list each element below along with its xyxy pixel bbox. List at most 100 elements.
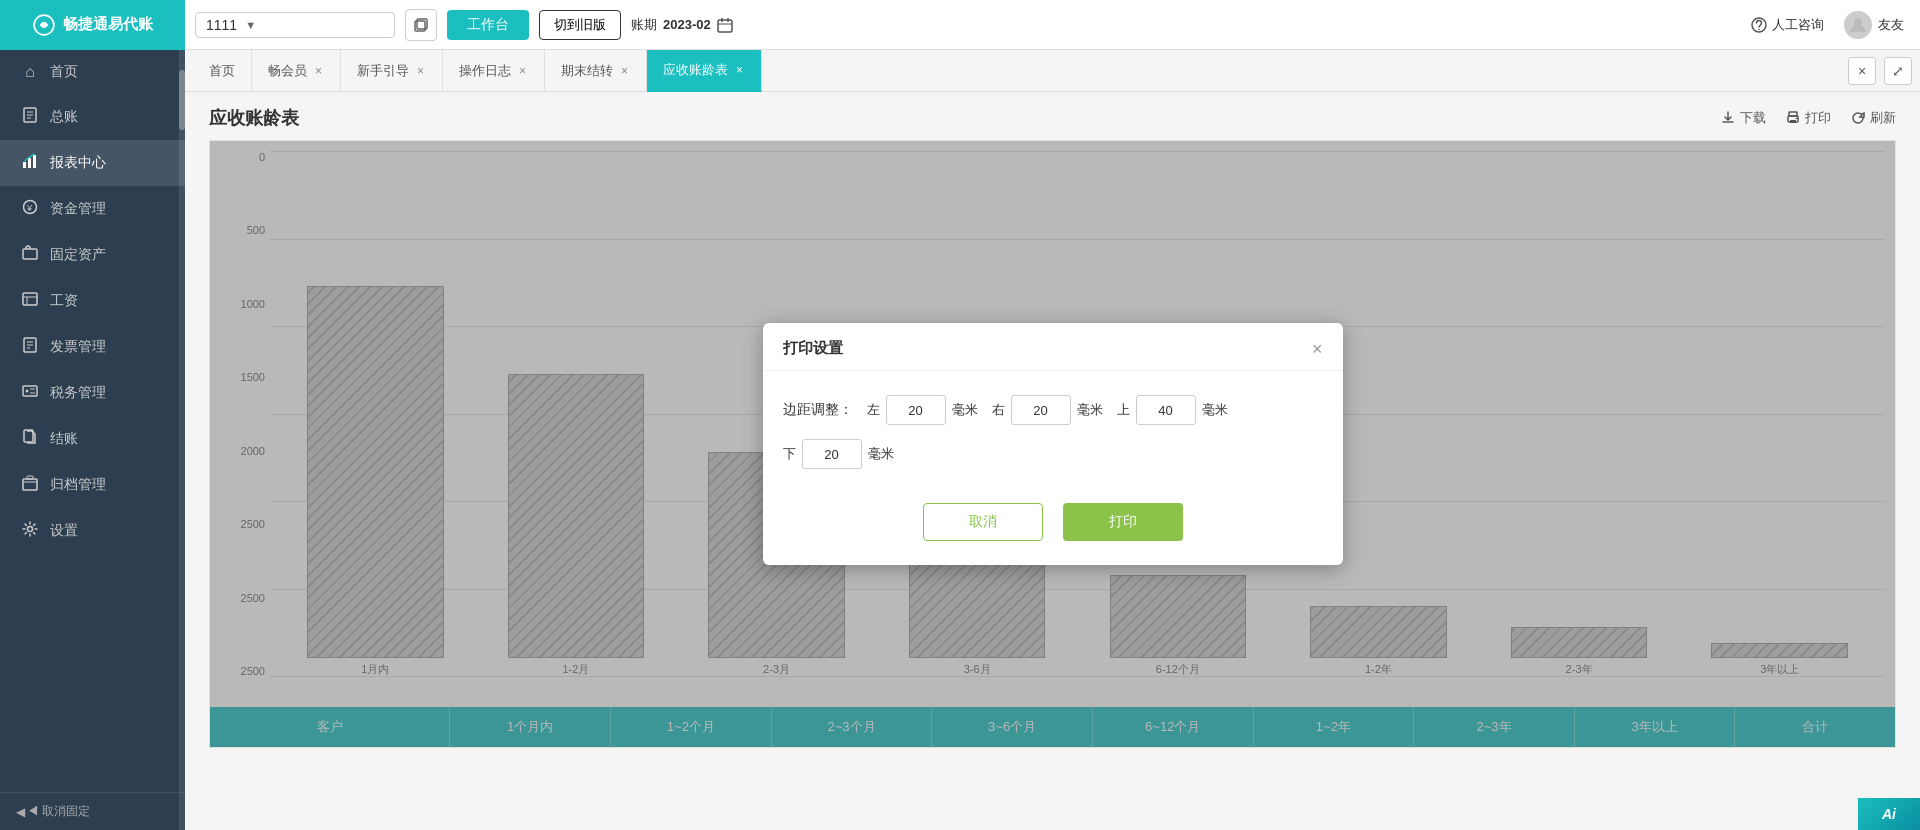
print-button[interactable]: 打印	[1786, 109, 1831, 127]
logo: 畅捷通易代账	[0, 0, 185, 50]
settings-icon	[20, 521, 40, 541]
tab-expand-button[interactable]: ⤢	[1884, 57, 1912, 85]
left-label: 左	[867, 401, 880, 419]
left-margin-input[interactable]	[886, 395, 946, 425]
left-unit: 毫米	[952, 401, 978, 419]
funds-icon: ¥	[20, 199, 40, 219]
bottom-label: 下	[783, 445, 796, 463]
copy-button[interactable]	[405, 9, 437, 41]
tab-period-close[interactable]: ×	[619, 62, 630, 80]
tab-oplog-close[interactable]: ×	[517, 62, 528, 80]
user-button[interactable]: 友友	[1844, 11, 1904, 39]
company-name: 1111	[206, 17, 237, 33]
support-button[interactable]: 人工咨询	[1751, 16, 1824, 34]
right-label: 右	[992, 401, 1005, 419]
dialog-close-button[interactable]: ×	[1312, 340, 1323, 358]
dialog-body: 边距调整： 左 毫米 右 毫米	[763, 371, 1343, 493]
tab-member-close[interactable]: ×	[313, 62, 324, 80]
svg-point-9	[1854, 18, 1862, 26]
bottom-margin-group: 下 毫米	[783, 439, 894, 469]
margin-row: 边距调整： 左 毫米 右 毫米	[783, 395, 1323, 469]
content-area: 首页 畅会员 × 新手引导 × 操作日志 × 期末结转 × 应收账龄表 ×	[185, 50, 1920, 830]
sidebar-item-home[interactable]: ⌂ 首页	[0, 50, 185, 94]
dialog-header: 打印设置 ×	[763, 323, 1343, 371]
tab-bar: 首页 畅会员 × 新手引导 × 操作日志 × 期末结转 × 应收账龄表 ×	[185, 50, 1920, 92]
print-settings-dialog: 打印设置 × 边距调整： 左 毫米	[763, 323, 1343, 565]
top-right: 人工咨询 友友	[1751, 11, 1904, 39]
right-margin-input[interactable]	[1011, 395, 1071, 425]
svg-rect-14	[23, 162, 26, 168]
top-margin-group: 上 毫米	[1117, 395, 1228, 425]
tab-guide-close[interactable]: ×	[415, 62, 426, 80]
right-margin-group: 右 毫米	[992, 395, 1103, 425]
collapse-icon: ◀	[16, 805, 25, 819]
sidebar-item-tax[interactable]: 税务管理	[0, 370, 185, 416]
payroll-icon	[20, 291, 40, 311]
sidebar-item-archive[interactable]: 归档管理	[0, 462, 185, 508]
svg-point-35	[28, 527, 33, 532]
sidebar-collapse-button[interactable]: ◀ ◀ 取消固定	[0, 792, 185, 830]
sidebar-scroll: ⌂ 首页 总账 报表中心 ¥ 资金管理	[0, 50, 185, 792]
sidebar-item-invoices[interactable]: 发票管理	[0, 324, 185, 370]
bottom-margin-input[interactable]	[802, 439, 862, 469]
sidebar-item-reports[interactable]: 报表中心	[0, 140, 185, 186]
ai-badge: Ai	[1858, 798, 1920, 830]
left-margin-group: 左 毫米	[867, 395, 978, 425]
sidebar-item-payroll[interactable]: 工资	[0, 278, 185, 324]
assets-icon	[20, 245, 40, 265]
avatar	[1844, 11, 1872, 39]
top-margin-input[interactable]	[1136, 395, 1196, 425]
page-actions: 下载 打印 刷新	[1721, 109, 1896, 127]
sidebar-item-settings[interactable]: 设置	[0, 508, 185, 554]
invoices-icon	[20, 337, 40, 357]
company-dropdown-icon: ▼	[245, 19, 256, 31]
svg-rect-20	[23, 293, 37, 305]
top-bar: 畅捷通易代账 1111 ▼ 工作台 切到旧版 账期 2023-02 人工咨询 友…	[0, 0, 1920, 50]
sidebar-item-funds[interactable]: ¥ 资金管理	[0, 186, 185, 232]
svg-point-28	[26, 390, 29, 393]
refresh-button[interactable]: 刷新	[1851, 109, 1896, 127]
tab-close-all-button[interactable]: ×	[1848, 57, 1876, 85]
tab-member[interactable]: 畅会员 ×	[252, 50, 341, 92]
tab-guide[interactable]: 新手引导 ×	[341, 50, 443, 92]
tab-aging[interactable]: 应收账龄表 ×	[647, 50, 762, 92]
switch-version-button[interactable]: 切到旧版	[539, 10, 621, 40]
download-button[interactable]: 下载	[1721, 109, 1766, 127]
archive-icon	[20, 475, 40, 495]
svg-rect-32	[23, 479, 37, 490]
dialog-footer: 取消 打印	[763, 493, 1343, 565]
svg-rect-16	[33, 155, 36, 168]
svg-text:¥: ¥	[26, 203, 33, 213]
sidebar-item-assets[interactable]: 固定资产	[0, 232, 185, 278]
tab-aging-close[interactable]: ×	[734, 61, 745, 79]
svg-point-8	[1758, 28, 1760, 30]
right-unit: 毫米	[1077, 401, 1103, 419]
cancel-button[interactable]: 取消	[923, 503, 1043, 541]
page-title: 应收账龄表	[209, 106, 299, 130]
dialog-overlay: 打印设置 × 边距调整： 左 毫米	[210, 141, 1895, 747]
dialog-title: 打印设置	[783, 339, 843, 358]
margin-label: 边距调整：	[783, 401, 853, 419]
page-header: 应收账龄表 下载 打印 刷新	[185, 92, 1920, 140]
svg-rect-27	[23, 386, 37, 396]
sidebar-item-ledger[interactable]: 总账	[0, 94, 185, 140]
sidebar-item-closing[interactable]: 结账	[0, 416, 185, 462]
confirm-print-button[interactable]: 打印	[1063, 503, 1183, 541]
account-period: 账期 2023-02	[631, 16, 733, 34]
top-label: 上	[1117, 401, 1130, 419]
bottom-unit: 毫米	[868, 445, 894, 463]
svg-rect-34	[27, 476, 33, 479]
tab-period-end[interactable]: 期末结转 ×	[545, 50, 647, 92]
period-value: 2023-02	[663, 17, 711, 32]
svg-rect-38	[1790, 120, 1796, 123]
company-select[interactable]: 1111 ▼	[195, 12, 395, 38]
svg-rect-19	[23, 249, 37, 259]
home-icon: ⌂	[20, 63, 40, 81]
ledger-icon	[20, 107, 40, 127]
svg-rect-31	[24, 430, 33, 442]
tab-home[interactable]: 首页	[193, 50, 252, 92]
svg-rect-15	[28, 158, 31, 168]
workbench-button[interactable]: 工作台	[447, 10, 529, 40]
tab-oplog[interactable]: 操作日志 ×	[443, 50, 545, 92]
closing-icon	[20, 429, 40, 449]
